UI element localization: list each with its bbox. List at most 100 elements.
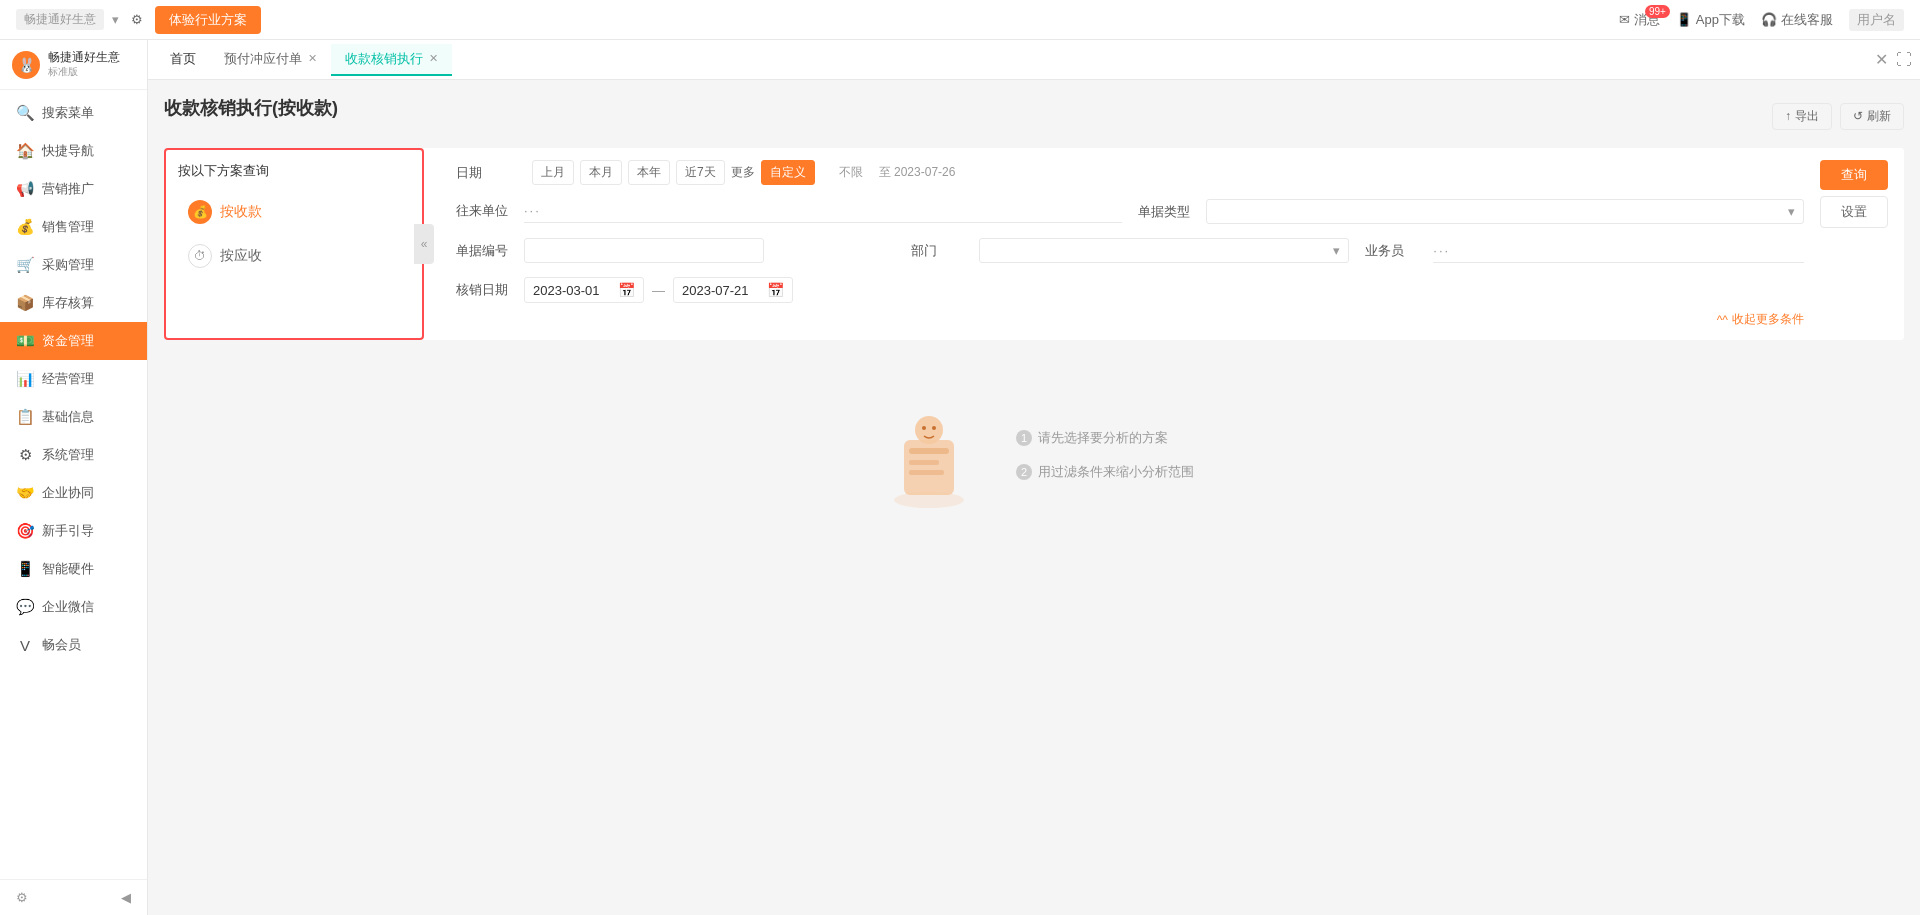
message-btn[interactable]: ✉ 消息 99+: [1619, 11, 1660, 29]
date-more[interactable]: 更多: [731, 164, 755, 181]
sidebar-item-basic-info[interactable]: 📋 基础信息: [0, 398, 147, 436]
sidebar-item-funds[interactable]: 💵 资金管理: [0, 322, 147, 360]
date-btn-this-year[interactable]: 本年: [628, 160, 670, 185]
sidebar-item-system[interactable]: ⚙ 系统管理: [0, 436, 147, 474]
smart-hw-icon: 📱: [16, 560, 34, 578]
dropdown-arrow[interactable]: ▾: [112, 12, 119, 27]
filter-row-date: 日期 上月 本月 本年 近7天 更多 自定义 不限: [456, 160, 1804, 185]
logo-text-block: 畅捷通好生意 标准版: [48, 50, 120, 80]
sidebar-item-wechat[interactable]: 💬 企业微信: [0, 588, 147, 626]
sidebar-item-guide[interactable]: 🎯 新手引导: [0, 512, 147, 550]
svg-point-5: [915, 416, 943, 444]
sidebar-label-guide: 新手引导: [42, 522, 94, 540]
refresh-label: 刷新: [1867, 108, 1891, 125]
filter-group-counterpart: 往来单位 ···: [456, 199, 1122, 223]
filter-collapse-btn[interactable]: «: [414, 224, 434, 264]
empty-illustration: [874, 400, 984, 510]
app-icon: 📱: [1676, 12, 1692, 27]
tab-expand-btn[interactable]: ⛶: [1896, 51, 1912, 69]
svg-rect-3: [909, 460, 939, 465]
sidebar-item-marketing[interactable]: 📢 营销推广: [0, 170, 147, 208]
home-icon: 🏠: [16, 142, 34, 160]
sidebar-item-quick-nav[interactable]: 🏠 快捷导航: [0, 132, 147, 170]
writeoff-start-date[interactable]: 2023-03-01 📅: [524, 277, 644, 303]
sidebar-settings-icon[interactable]: ⚙: [16, 890, 28, 905]
by-receivable-icon: ⏱: [188, 244, 212, 268]
sidebar-item-inventory[interactable]: 📦 库存核算: [0, 284, 147, 322]
tab-prepay-close[interactable]: ✕: [308, 52, 317, 65]
date-btn-last-month[interactable]: 上月: [532, 160, 574, 185]
sidebar-item-operation[interactable]: 📊 经营管理: [0, 360, 147, 398]
app-label: App下载: [1696, 11, 1745, 29]
tab-home[interactable]: 首页: [156, 44, 210, 76]
purchase-icon: 🛒: [16, 256, 34, 274]
export-label: 导出: [1795, 108, 1819, 125]
sidebar-label-funds: 资金管理: [42, 332, 94, 350]
voucher-no-input[interactable]: [524, 238, 764, 263]
writeoff-start-cal-icon[interactable]: 📅: [618, 282, 635, 298]
sidebar-item-search[interactable]: 🔍 搜索菜单: [0, 94, 147, 132]
sidebar-item-member[interactable]: V 畅会员: [0, 626, 147, 664]
sidebar-item-purchase[interactable]: 🛒 采购管理: [0, 246, 147, 284]
top-bar-right: ✉ 消息 99+ 📱 App下载 🎧 在线客服 用户名: [1619, 9, 1904, 31]
tab-receive-cancel-close[interactable]: ✕: [429, 52, 438, 65]
svg-point-7: [932, 426, 936, 430]
empty-state: 1 请先选择要分析的方案 2 用过滤条件来缩小分析范围: [164, 400, 1904, 510]
basic-info-icon: 📋: [16, 408, 34, 426]
voucher-type-select[interactable]: ▾: [1206, 199, 1804, 224]
filter-option-by-receivable[interactable]: ⏱ 按应收: [178, 236, 410, 276]
date-btn-this-month[interactable]: 本月: [580, 160, 622, 185]
filter-option-by-receipt[interactable]: 💰 按收款: [178, 192, 410, 232]
content-area: 首页 预付冲应付单 ✕ 收款核销执行 ✕ ✕ ⛶ 收款核销执行(按收款) ↑: [148, 40, 1920, 915]
logo-text: 畅捷通好生意: [48, 50, 120, 66]
counterpart-label: 往来单位: [456, 202, 516, 220]
sidebar-menu: 🔍 搜索菜单 🏠 快捷导航 📢 营销推广 💰 销售管理 🛒 采购管理 📦: [0, 90, 147, 879]
user-avatar[interactable]: 用户名: [1849, 9, 1904, 31]
refresh-btn[interactable]: ↺ 刷新: [1840, 103, 1904, 130]
app-download-btn[interactable]: 📱 App下载: [1676, 11, 1745, 29]
sidebar-label-operation: 经营管理: [42, 370, 94, 388]
sidebar-label-system: 系统管理: [42, 446, 94, 464]
date-to-text: 至 2023-07-26: [879, 164, 956, 181]
sidebar-label-quick-nav: 快捷导航: [42, 142, 94, 160]
collapse-more-section: ^^ 收起更多条件: [456, 311, 1804, 328]
operation-icon: 📊: [16, 370, 34, 388]
filter-left-panel: 按以下方案查询 💰 按收款 ⏱ 按应收 «: [164, 148, 424, 340]
settings-btn[interactable]: 设置: [1820, 196, 1888, 228]
message-badge: 99+: [1645, 5, 1670, 18]
empty-tip-2: 2 用过滤条件来缩小分析范围: [1016, 459, 1194, 485]
writeoff-end-cal-icon[interactable]: 📅: [767, 282, 784, 298]
writeoff-end-date[interactable]: 2023-07-21 📅: [673, 277, 793, 303]
sidebar-item-smart-hw[interactable]: 📱 智能硬件: [0, 550, 147, 588]
sidebar-collapse-icon[interactable]: ◀: [121, 890, 131, 905]
tip-text-1: 请先选择要分析的方案: [1038, 425, 1168, 451]
sidebar-item-sales[interactable]: 💰 销售管理: [0, 208, 147, 246]
date-btn-custom[interactable]: 自定义: [761, 160, 815, 185]
tab-receive-cancel[interactable]: 收款核销执行 ✕: [331, 44, 452, 76]
industry-btn[interactable]: 体验行业方案: [155, 6, 261, 34]
wechat-icon: 💬: [16, 598, 34, 616]
filter-container: 按以下方案查询 💰 按收款 ⏱ 按应收 «: [164, 148, 1904, 340]
counterpart-input-area: ···: [524, 199, 1122, 223]
tab-prepay-label: 预付冲应付单: [224, 50, 302, 68]
query-btn[interactable]: 查询: [1820, 160, 1888, 190]
tab-prepay[interactable]: 预付冲应付单 ✕: [210, 44, 331, 76]
dept-select[interactable]: ▾: [979, 238, 1350, 263]
export-btn[interactable]: ↑ 导出: [1772, 103, 1832, 130]
voucher-no-label: 单据编号: [456, 242, 516, 260]
date-label: 日期: [456, 164, 516, 182]
tip-num-2: 2: [1016, 464, 1032, 480]
member-icon: V: [16, 636, 34, 654]
service-btn[interactable]: 🎧 在线客服: [1761, 11, 1833, 29]
collapse-more-btn[interactable]: ^^ 收起更多条件: [1717, 311, 1804, 328]
dept-arrow: ▾: [1333, 243, 1340, 258]
tab-close-btn[interactable]: ✕: [1875, 50, 1888, 69]
export-icon: ↑: [1785, 109, 1791, 123]
sidebar-label-smart-hw: 智能硬件: [42, 560, 94, 578]
logo-icon: 🐰: [12, 51, 40, 79]
sidebar-item-enterprise[interactable]: 🤝 企业协同: [0, 474, 147, 512]
date-btn-last7[interactable]: 近7天: [676, 160, 725, 185]
staff-dots[interactable]: ···: [1433, 243, 1450, 258]
counterpart-dots[interactable]: ···: [524, 203, 541, 218]
settings-icon[interactable]: ⚙: [127, 10, 147, 30]
